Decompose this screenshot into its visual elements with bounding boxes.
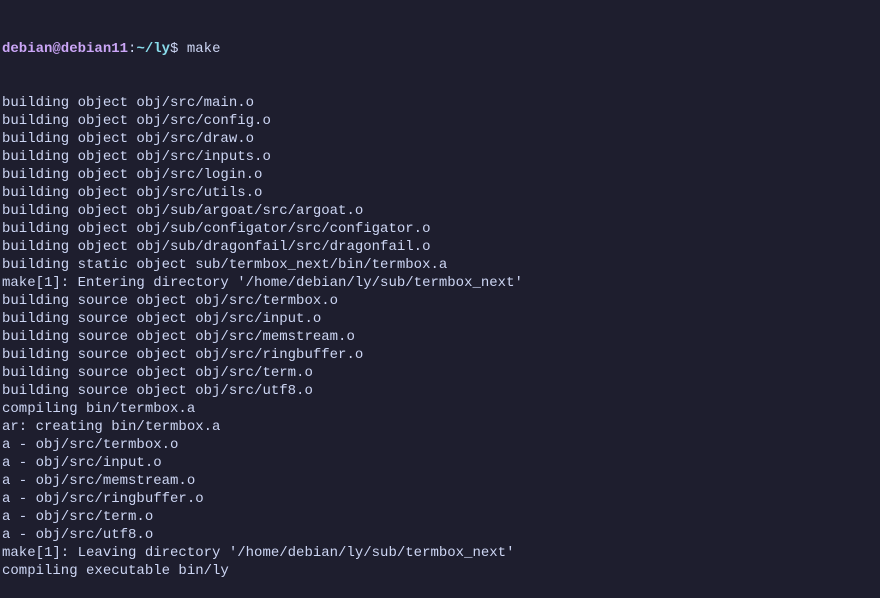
prompt-dollar: $	[170, 40, 187, 58]
output-line: building object obj/src/config.o	[2, 112, 878, 130]
output-line: building source object obj/src/input.o	[2, 310, 878, 328]
output-container: building object obj/src/main.obuilding o…	[2, 94, 878, 580]
output-line: building object obj/src/inputs.o	[2, 148, 878, 166]
output-line: building object obj/sub/dragonfail/src/d…	[2, 238, 878, 256]
output-line: a - obj/src/utf8.o	[2, 526, 878, 544]
output-line: a - obj/src/memstream.o	[2, 472, 878, 490]
output-line: building object obj/src/utils.o	[2, 184, 878, 202]
output-line: building source object obj/src/utf8.o	[2, 382, 878, 400]
output-line: a - obj/src/ringbuffer.o	[2, 490, 878, 508]
output-line: building object obj/sub/configator/src/c…	[2, 220, 878, 238]
output-line: building source object obj/src/termbox.o	[2, 292, 878, 310]
output-line: building source object obj/src/ringbuffe…	[2, 346, 878, 364]
output-line: building source object obj/src/term.o	[2, 364, 878, 382]
prompt-colon: :	[128, 40, 136, 58]
output-line: compiling executable bin/ly	[2, 562, 878, 580]
output-line: building static object sub/termbox_next/…	[2, 256, 878, 274]
output-line: building object obj/src/main.o	[2, 94, 878, 112]
output-line: make[1]: Entering directory '/home/debia…	[2, 274, 878, 292]
command-text: make	[187, 40, 221, 58]
terminal[interactable]: debian@debian11:~/ly$ make building obje…	[2, 4, 878, 598]
prompt-line: debian@debian11:~/ly$ make	[2, 40, 878, 58]
output-line: make[1]: Leaving directory '/home/debian…	[2, 544, 878, 562]
output-line: compiling bin/termbox.a	[2, 400, 878, 418]
output-line: a - obj/src/input.o	[2, 454, 878, 472]
output-line: building object obj/src/draw.o	[2, 130, 878, 148]
output-line: a - obj/src/term.o	[2, 508, 878, 526]
output-line: building source object obj/src/memstream…	[2, 328, 878, 346]
output-line: ar: creating bin/termbox.a	[2, 418, 878, 436]
output-line: building object obj/src/login.o	[2, 166, 878, 184]
output-line: building object obj/sub/argoat/src/argoa…	[2, 202, 878, 220]
prompt-path: ~/ly	[136, 40, 170, 58]
output-line: a - obj/src/termbox.o	[2, 436, 878, 454]
user-host: debian@debian11	[2, 40, 128, 58]
